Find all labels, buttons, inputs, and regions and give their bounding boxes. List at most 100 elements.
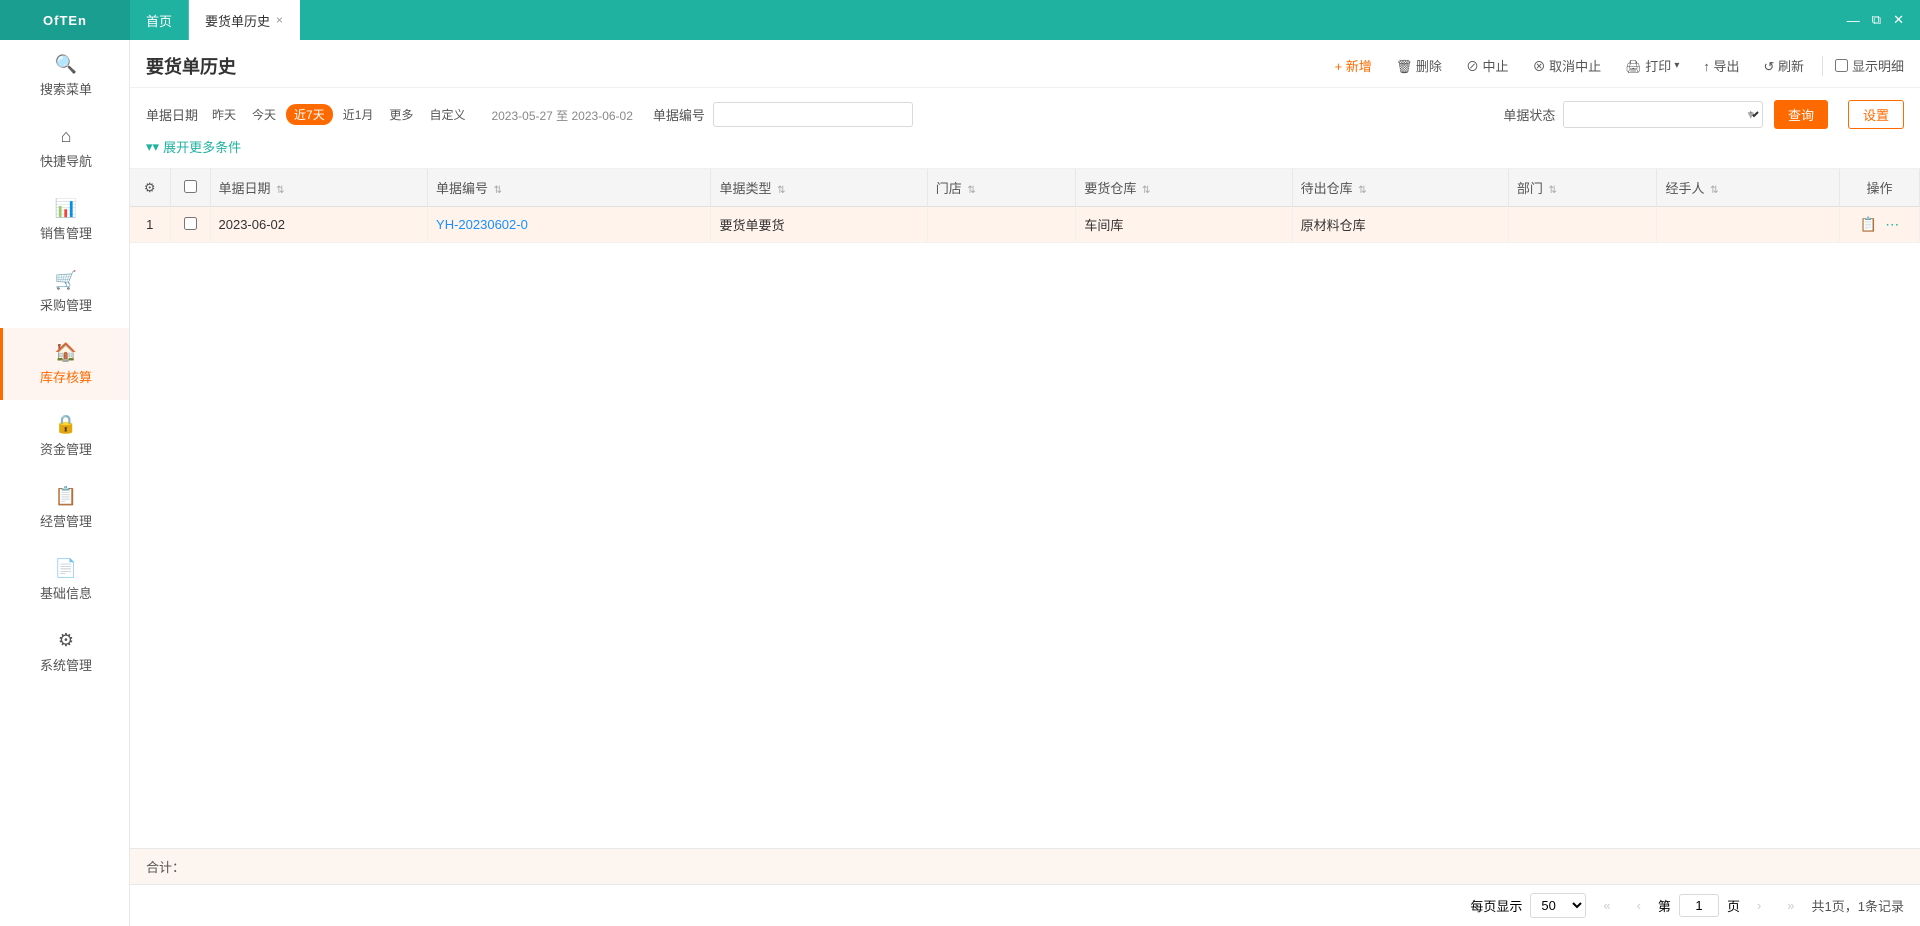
col-department[interactable]: 部门 ⇅ bbox=[1508, 169, 1657, 207]
date-shortcut-yesterday[interactable]: 昨天 bbox=[206, 104, 242, 125]
col-checkbox bbox=[170, 169, 210, 207]
sort-icon-date: ⇅ bbox=[276, 185, 284, 196]
tab-purchase-history[interactable]: 要货单历史 × bbox=[189, 0, 300, 40]
sidebar-item-finance[interactable]: 🔒 资金管理 bbox=[0, 400, 129, 472]
date-shortcut-7days[interactable]: 近7天 bbox=[286, 104, 333, 125]
row-operation: 📋 ⋯ bbox=[1840, 207, 1920, 243]
operations-icon: 📋 bbox=[55, 486, 77, 507]
col-settings[interactable]: ⚙ bbox=[130, 169, 170, 207]
sidebar-item-basic[interactable]: 📄 基础信息 bbox=[0, 544, 129, 616]
row-store bbox=[927, 207, 1076, 243]
status-label: 单据状态 bbox=[1503, 105, 1555, 124]
main-layout: 🔍 搜索菜单 ⌂ 快捷导航 📊 销售管理 🛒 采购管理 🏠 库存核算 🔒 资金管… bbox=[0, 40, 1920, 926]
table-footer: 合计： bbox=[130, 848, 1920, 884]
col-type[interactable]: 单据类型 ⇅ bbox=[711, 169, 927, 207]
toolbar: + 新增 🗑 删除 ⊘ 中止 ⊗ 取消中止 🖨 打印 ▾ ↑ 导出 bbox=[1329, 52, 1904, 79]
select-all-checkbox[interactable] bbox=[184, 180, 197, 193]
status-filter: 单据状态 ▾ bbox=[1503, 101, 1754, 128]
tab-home[interactable]: 首页 bbox=[130, 0, 189, 40]
total-info: 共1页，1条记录 bbox=[1812, 896, 1904, 915]
sort-icon-pending-warehouse: ⇅ bbox=[1358, 185, 1366, 196]
sort-icon-department: ⇅ bbox=[1549, 185, 1557, 196]
sales-icon: 📊 bbox=[55, 198, 77, 219]
last-page-button[interactable]: » bbox=[1778, 894, 1803, 917]
display-detail-checkbox-label[interactable]: 显示明细 bbox=[1835, 56, 1904, 75]
table-header-row: ⚙ 单据日期 ⇅ 单据编号 ⇅ 单据类型 bbox=[130, 169, 1920, 207]
basic-icon: 📄 bbox=[55, 558, 77, 579]
system-icon: ⚙ bbox=[58, 630, 74, 651]
data-table: ⚙ 单据日期 ⇅ 单据编号 ⇅ 单据类型 bbox=[130, 169, 1920, 243]
prev-page-button[interactable]: ‹ bbox=[1628, 894, 1650, 917]
cancel-stop-button[interactable]: ⊗ 取消中止 bbox=[1527, 52, 1608, 79]
finance-icon: 🔒 bbox=[55, 414, 77, 435]
first-page-button[interactable]: « bbox=[1594, 894, 1619, 917]
date-range-container: 2023-05-27 至 2023-06-02 bbox=[491, 105, 632, 124]
row-edit-icon[interactable]: 📋 bbox=[1860, 216, 1877, 233]
minimize-button[interactable]: — bbox=[1847, 13, 1860, 28]
row-checkbox[interactable] bbox=[184, 217, 197, 230]
sidebar-item-system[interactable]: ⚙ 系统管理 bbox=[0, 616, 129, 688]
search-icon: 🔍 bbox=[55, 54, 77, 75]
col-store[interactable]: 门店 ⇅ bbox=[927, 169, 1076, 207]
order-no-label: 单据编号 bbox=[653, 105, 705, 124]
toolbar-separator bbox=[1822, 56, 1823, 76]
refresh-button[interactable]: ↺ 刷新 bbox=[1757, 52, 1810, 79]
page-input[interactable] bbox=[1679, 894, 1719, 917]
settings-button[interactable]: 设置 bbox=[1848, 100, 1904, 129]
sort-icon-req-warehouse: ⇅ bbox=[1142, 185, 1150, 196]
page-title: 要货单历史 bbox=[146, 53, 1329, 79]
row-more-icon[interactable]: ⋯ bbox=[1885, 216, 1899, 233]
col-date[interactable]: 单据日期 ⇅ bbox=[210, 169, 428, 207]
sidebar-item-quicknav[interactable]: ⌂ 快捷导航 bbox=[0, 112, 129, 184]
pagination: 每页显示 50 10 20 100 « ‹ 第 页 › » 共1页，1条记录 bbox=[130, 884, 1920, 926]
next-page-button[interactable]: › bbox=[1748, 894, 1770, 917]
col-no[interactable]: 单据编号 ⇅ bbox=[428, 169, 711, 207]
status-select[interactable] bbox=[1563, 101, 1763, 128]
sidebar-item-sales[interactable]: 📊 销售管理 bbox=[0, 184, 129, 256]
print-button[interactable]: 🖨 打印 ▾ bbox=[1619, 52, 1685, 79]
print-dropdown-icon[interactable]: ▾ bbox=[1674, 60, 1679, 71]
row-req-warehouse: 车间库 bbox=[1076, 207, 1292, 243]
home-icon: ⌂ bbox=[61, 126, 72, 147]
query-button[interactable]: 查询 bbox=[1774, 100, 1828, 129]
date-range-display: 2023-05-27 至 2023-06-02 bbox=[491, 107, 632, 124]
date-shortcut-today[interactable]: 今天 bbox=[246, 104, 282, 125]
date-filter: 单据日期 昨天 今天 近7天 近1月 更多 自定义 bbox=[146, 104, 471, 125]
col-pending-warehouse[interactable]: 待出仓库 ⇅ bbox=[1292, 169, 1508, 207]
sidebar-item-operations[interactable]: 📋 经营管理 bbox=[0, 472, 129, 544]
export-button[interactable]: ↑ 导出 bbox=[1697, 52, 1745, 79]
page-header: 要货单历史 + 新增 🗑 删除 ⊘ 中止 ⊗ 取消中止 🖨 打印 ▾ bbox=[130, 40, 1920, 88]
delete-button[interactable]: 🗑 删除 bbox=[1390, 52, 1448, 79]
col-handler[interactable]: 经手人 ⇅ bbox=[1657, 169, 1840, 207]
sidebar-item-purchase[interactable]: 🛒 采购管理 bbox=[0, 256, 129, 328]
sidebar-item-inventory[interactable]: 🏠 库存核算 bbox=[0, 328, 129, 400]
restore-button[interactable]: ⧉ bbox=[1872, 12, 1881, 28]
date-shortcut-1month[interactable]: 近1月 bbox=[337, 104, 380, 125]
logo: OfTEn bbox=[0, 0, 130, 40]
row-date: 2023-06-02 bbox=[210, 207, 428, 243]
tab-close-icon[interactable]: × bbox=[276, 13, 283, 27]
expand-icon: ▾▾ bbox=[146, 139, 159, 155]
purchase-icon: 🛒 bbox=[55, 270, 77, 291]
date-shortcut-custom[interactable]: 自定义 bbox=[423, 104, 471, 125]
sort-icon-type: ⇅ bbox=[777, 185, 785, 196]
date-shortcuts: 昨天 今天 近7天 近1月 更多 自定义 bbox=[206, 104, 471, 125]
stop-button[interactable]: ⊘ 中止 bbox=[1460, 52, 1515, 79]
row-department bbox=[1508, 207, 1657, 243]
new-button[interactable]: + 新增 bbox=[1329, 52, 1378, 79]
date-shortcut-more[interactable]: 更多 bbox=[383, 104, 419, 125]
page-unit: 页 bbox=[1727, 896, 1740, 915]
order-no-input[interactable] bbox=[713, 102, 913, 127]
close-button[interactable]: ✕ bbox=[1893, 12, 1904, 28]
window-controls: — ⧉ ✕ bbox=[1847, 12, 1920, 28]
col-req-warehouse[interactable]: 要货仓库 ⇅ bbox=[1076, 169, 1292, 207]
page-size-select[interactable]: 50 10 20 100 bbox=[1530, 893, 1586, 918]
sort-icon-handler: ⇅ bbox=[1710, 185, 1718, 196]
row-order-no: YH-20230602-0 bbox=[428, 207, 711, 243]
row-seq: 1 bbox=[130, 207, 170, 243]
order-no-link[interactable]: YH-20230602-0 bbox=[436, 217, 528, 232]
expand-more-button[interactable]: ▾▾ 展开更多条件 bbox=[146, 137, 1904, 156]
filter-bar: 单据日期 昨天 今天 近7天 近1月 更多 自定义 2023-05-27 至 2… bbox=[130, 88, 1920, 169]
display-detail-checkbox[interactable] bbox=[1835, 59, 1848, 72]
sidebar-item-search[interactable]: 🔍 搜索菜单 bbox=[0, 40, 129, 112]
